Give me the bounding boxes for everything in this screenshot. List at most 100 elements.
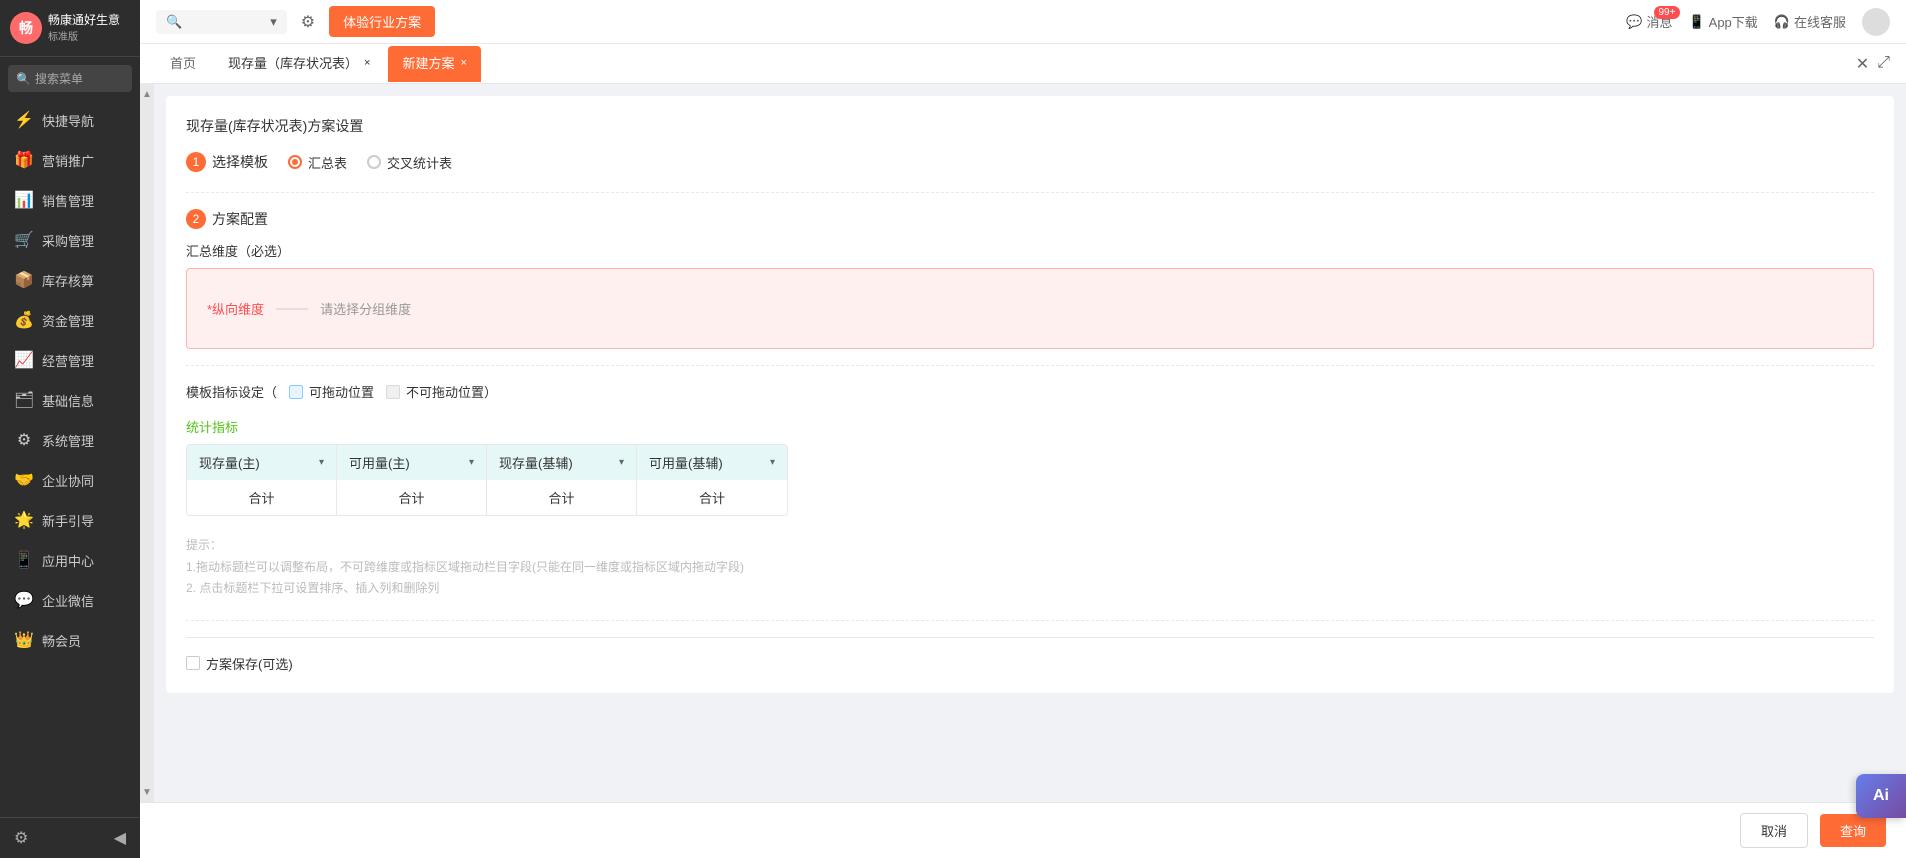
sidebar-item-label: 新手引导 bbox=[42, 511, 94, 530]
logo-icon: 畅 bbox=[10, 12, 42, 44]
sidebar-item-app-center[interactable]: 📱 应用中心 bbox=[0, 540, 140, 580]
tab-close-icon[interactable]: ✕ bbox=[1856, 54, 1869, 74]
section-divider bbox=[186, 192, 1874, 193]
stats-col-2[interactable]: 现存量(基辅) ▾ bbox=[487, 445, 637, 480]
step1-section: 1 选择模板 汇总表 交叉统计表 bbox=[186, 152, 1874, 172]
sidebar-item-marketing[interactable]: 🎁 营销推广 bbox=[0, 140, 140, 180]
sidebar-item-enterprise[interactable]: 🤝 企业协同 bbox=[0, 460, 140, 500]
bottom-bar: 取消 查询 bbox=[140, 802, 1906, 858]
search-icon: 🔍 bbox=[166, 14, 182, 30]
ai-label: Ai bbox=[1873, 787, 1889, 805]
user-avatar[interactable] bbox=[1862, 8, 1890, 36]
stats-section: 统计指标 现存量(主) ▾ 可用量(主) ▾ bbox=[186, 417, 1874, 519]
marketing-icon: 🎁 bbox=[14, 150, 34, 170]
hint-line-2-text: 2. 点击标题栏下拉可设置排序、插入列和删除列 bbox=[186, 581, 439, 595]
col0-chevron[interactable]: ▾ bbox=[319, 457, 324, 468]
dropdown-icon[interactable]: ▾ bbox=[270, 14, 277, 30]
phone-icon: 📱 bbox=[1688, 14, 1704, 30]
sidebar-item-vip[interactable]: 👑 畅会员 bbox=[0, 620, 140, 660]
scroll-up-button[interactable]: ▲ bbox=[140, 84, 154, 104]
search-label: 搜索菜单 bbox=[35, 70, 83, 87]
stats-cell-0: 合计 bbox=[187, 480, 337, 515]
sidebar-item-label: 资金管理 bbox=[42, 311, 94, 330]
collapse-icon[interactable]: ◀ bbox=[114, 828, 126, 848]
col3-chevron[interactable]: ▾ bbox=[770, 457, 775, 468]
tab-new-plan[interactable]: 新建方案 × bbox=[388, 46, 480, 82]
step2-header: 2 方案配置 bbox=[186, 209, 1874, 229]
topbar-search-box[interactable]: 🔍 ▾ bbox=[156, 10, 287, 34]
dimension-box[interactable]: *纵向维度 —— 请选择分组维度 bbox=[186, 268, 1874, 349]
sidebar-item-finance[interactable]: 💰 资金管理 bbox=[0, 300, 140, 340]
save-label: 方案保存(可选) bbox=[206, 654, 293, 673]
sidebar-item-system[interactable]: ⚙ 系统管理 bbox=[0, 420, 140, 460]
tab-inventory-status[interactable]: 现存量（库存状况表） × bbox=[214, 46, 384, 82]
system-icon: ⚙ bbox=[14, 430, 34, 450]
settings-icon[interactable]: ⚙ bbox=[14, 828, 28, 848]
scroll-sidebar: ▲ ▼ bbox=[140, 84, 154, 802]
save-checkbox[interactable] bbox=[186, 656, 200, 670]
sidebar-item-label: 采购管理 bbox=[42, 231, 94, 250]
sidebar-item-sales[interactable]: 📊 销售管理 bbox=[0, 180, 140, 220]
cancel-button[interactable]: 取消 bbox=[1740, 813, 1808, 848]
topbar-search-input[interactable] bbox=[186, 15, 266, 29]
sidebar-search[interactable]: 🔍 搜索菜单 bbox=[8, 65, 132, 92]
search-icon: 🔍 bbox=[16, 72, 31, 86]
vip-icon: 👑 bbox=[14, 630, 34, 650]
tab-expand-icon[interactable]: ⤢ bbox=[1877, 54, 1890, 74]
tab-home[interactable]: 首页 bbox=[156, 46, 210, 82]
app-download-button[interactable]: 📱 App下载 bbox=[1688, 12, 1757, 31]
quick-nav-icon: ⚡ bbox=[14, 110, 34, 130]
col1-chevron[interactable]: ▾ bbox=[469, 457, 474, 468]
basic-info-icon: 🗂 bbox=[14, 390, 34, 410]
radio-cross[interactable]: 交叉统计表 bbox=[367, 153, 452, 172]
sidebar-item-purchase[interactable]: 🛒 采购管理 bbox=[0, 220, 140, 260]
app-center-icon: 📱 bbox=[14, 550, 34, 570]
stats-cell-1: 合计 bbox=[337, 480, 487, 515]
stats-col-0[interactable]: 现存量(主) ▾ bbox=[187, 445, 337, 480]
sidebar-item-quick-nav[interactable]: ⚡ 快捷导航 bbox=[0, 100, 140, 140]
sidebar-item-label: 库存核算 bbox=[42, 271, 94, 290]
stats-col-1[interactable]: 可用量(主) ▾ bbox=[337, 445, 487, 480]
online-service-button[interactable]: 🎧 在线客服 bbox=[1774, 12, 1846, 31]
stats-col-3[interactable]: 可用量(基辅) ▾ bbox=[637, 445, 787, 480]
sidebar: 畅 畅康通好生意 标准版 🔍 搜索菜单 ⚡ 快捷导航 🎁 营销推广 📊 销售管理… bbox=[0, 0, 140, 858]
app-download-label: App下载 bbox=[1709, 12, 1758, 31]
tab1-close-icon[interactable]: × bbox=[364, 57, 370, 69]
app-logo: 畅 畅康通好生意 标准版 bbox=[0, 0, 140, 57]
new-plan-tab-label: 新建方案 bbox=[402, 53, 454, 72]
finance-icon: 💰 bbox=[14, 310, 34, 330]
sidebar-item-inventory[interactable]: 📦 库存核算 bbox=[0, 260, 140, 300]
tab2-close-icon[interactable]: × bbox=[460, 57, 466, 69]
col2-chevron[interactable]: ▾ bbox=[619, 457, 624, 468]
query-button[interactable]: 查询 bbox=[1820, 814, 1886, 847]
radio-summary[interactable]: 汇总表 bbox=[288, 153, 347, 172]
sidebar-item-operations[interactable]: 📈 经营管理 bbox=[0, 340, 140, 380]
sidebar-item-basic-info[interactable]: 🗂 基础信息 bbox=[0, 380, 140, 420]
online-service-label: 在线客服 bbox=[1794, 12, 1846, 31]
movable-indicator: 可拖动位置 bbox=[289, 382, 374, 401]
headset-icon: 🎧 bbox=[1774, 14, 1790, 30]
sidebar-footer: ⚙ ◀ bbox=[0, 817, 140, 858]
ai-button[interactable]: Ai bbox=[1856, 774, 1906, 818]
topbar-gear-icon[interactable]: ⚙ bbox=[301, 12, 315, 32]
not-movable-indicator: 不可拖动位置） bbox=[386, 382, 497, 401]
agg-dimension-label: 汇总维度（必选） bbox=[186, 241, 1874, 260]
scroll-down-button[interactable]: ▼ bbox=[140, 782, 154, 802]
dimension-arrow: —— bbox=[276, 300, 308, 318]
message-icon: 💬 bbox=[1626, 14, 1642, 30]
step1-badge: 1 bbox=[186, 152, 206, 172]
stats-label: 统计指标 bbox=[186, 417, 1874, 436]
step1-header: 1 选择模板 汇总表 交叉统计表 bbox=[186, 152, 1874, 172]
wechat-icon: 💬 bbox=[14, 590, 34, 610]
industry-solution-button[interactable]: 体验行业方案 bbox=[329, 6, 435, 37]
stats-table-body: 合计 合计 合计 合计 bbox=[187, 480, 787, 515]
sidebar-item-new-guide[interactable]: 🌟 新手引导 bbox=[0, 500, 140, 540]
vertical-dimension-label: *纵向维度 bbox=[207, 299, 264, 318]
col1-label: 可用量(主) bbox=[349, 453, 410, 472]
sidebar-item-wechat[interactable]: 💬 企业微信 bbox=[0, 580, 140, 620]
sidebar-nav: ⚡ 快捷导航 🎁 营销推广 📊 销售管理 🛒 采购管理 📦 库存核算 💰 资金管… bbox=[0, 100, 140, 817]
template-indicator: 模板指标设定（ 可拖动位置 不可拖动位置） bbox=[186, 382, 1874, 401]
messages-button[interactable]: 💬 消息 99+ bbox=[1626, 12, 1672, 31]
sidebar-item-label: 企业协同 bbox=[42, 471, 94, 490]
step2-badge: 2 bbox=[186, 209, 206, 229]
